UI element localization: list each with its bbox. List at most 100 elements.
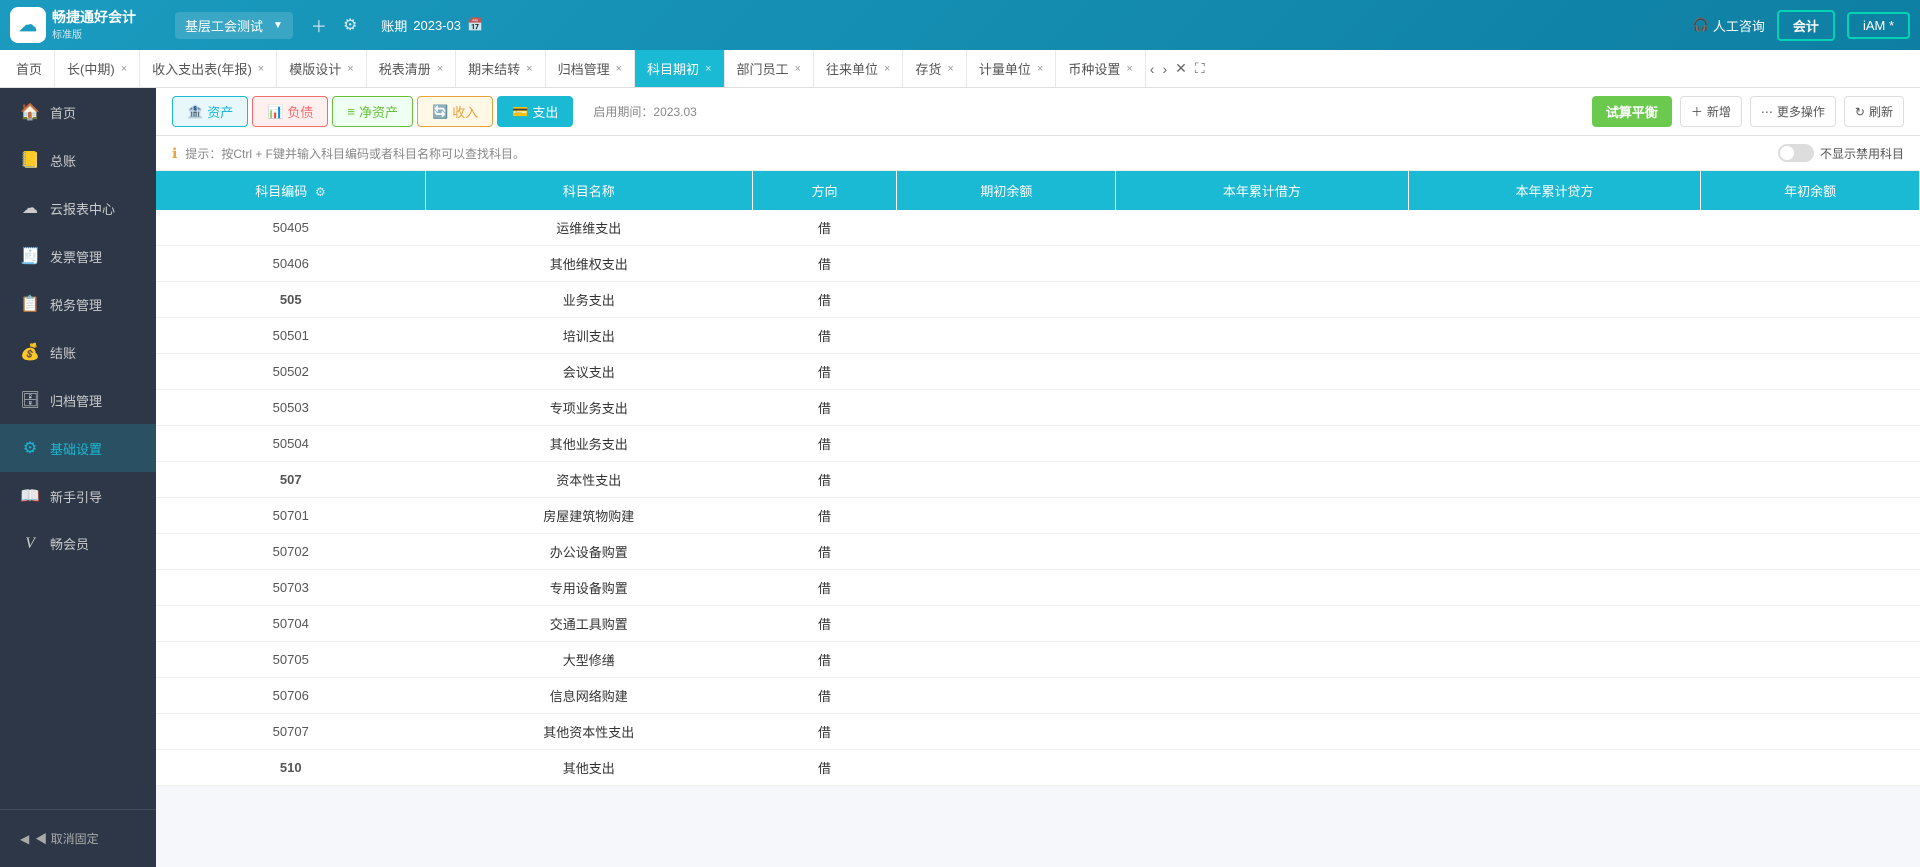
tab-subject-initial[interactable]: 科目期初 × bbox=[635, 50, 724, 88]
tab-dept-staff-close[interactable]: × bbox=[795, 63, 801, 75]
tab-template[interactable]: 模版设计 × bbox=[277, 50, 366, 88]
add-icon: ＋ bbox=[1691, 103, 1703, 120]
sidebar-item-vip[interactable]: V 畅会员 bbox=[0, 520, 156, 567]
sub-tab-net[interactable]: ≡ 净资产 bbox=[332, 96, 413, 127]
cell-balance bbox=[897, 606, 1116, 642]
table-row[interactable]: 507 资本性支出 借 bbox=[156, 462, 1920, 498]
account-button[interactable]: 会计 bbox=[1777, 10, 1835, 41]
sidebar-label-cloud: 云报表中心 bbox=[50, 199, 115, 218]
customer-service-label: 人工咨询 bbox=[1713, 16, 1765, 35]
sidebar-item-settings[interactable]: ⚙ 基础设置 bbox=[0, 424, 156, 472]
add-tab-button[interactable]: ＋ bbox=[307, 9, 331, 41]
table-row[interactable]: 510 其他支出 借 bbox=[156, 750, 1920, 786]
logo-icon: ☁ bbox=[10, 7, 46, 43]
tab-home[interactable]: 首页 bbox=[4, 50, 55, 88]
tab-archive-close[interactable]: × bbox=[616, 63, 622, 75]
tab-next-button[interactable]: › bbox=[1158, 61, 1171, 77]
tab-currency[interactable]: 币种设置 × bbox=[1056, 50, 1145, 88]
table-row[interactable]: 50706 信息网络购建 借 bbox=[156, 678, 1920, 714]
sidebar-item-guide[interactable]: 📖 新手引导 bbox=[0, 472, 156, 520]
main-content: 🏦 资产 📊 负债 ≡ 净资产 🔄 收入 💳 支出 启用期间：2023.03 试 bbox=[156, 88, 1920, 867]
asset-tab-icon: 🏦 bbox=[187, 104, 203, 120]
sidebar-collapse-button[interactable]: ◀ ◀ 取消固定 bbox=[0, 820, 156, 857]
toggle-label: 不显示禁用科目 bbox=[1820, 145, 1904, 162]
sub-tab-debt[interactable]: 📊 负债 bbox=[252, 96, 328, 127]
tab-dept-staff[interactable]: 部门员工 × bbox=[725, 50, 814, 88]
tab-income-expense-close[interactable]: × bbox=[258, 63, 264, 75]
customer-service-button[interactable]: 🎧 人工咨询 bbox=[1693, 16, 1765, 35]
tab-period-close[interactable]: 期末结转 × bbox=[456, 50, 545, 88]
tab-inventory[interactable]: 存货 × bbox=[903, 50, 966, 88]
tab-income-expense[interactable]: 收入支出表(年报) × bbox=[140, 50, 277, 88]
tab-period-close-btn[interactable]: × bbox=[526, 63, 532, 75]
cell-dir: 借 bbox=[752, 534, 897, 570]
col-year-debit: 本年累计借方 bbox=[1116, 171, 1409, 210]
cell-year-debit bbox=[1116, 750, 1409, 786]
sidebar-item-cloud-report[interactable]: ☁ 云报表中心 bbox=[0, 184, 156, 232]
tab-tax[interactable]: 税表清册 × bbox=[367, 50, 456, 88]
table-row[interactable]: 50502 会议支出 借 bbox=[156, 354, 1920, 390]
balance-button[interactable]: 试算平衡 bbox=[1592, 96, 1672, 127]
cell-year-balance bbox=[1701, 210, 1920, 246]
tab-inventory-close[interactable]: × bbox=[947, 63, 953, 75]
tab-currency-close[interactable]: × bbox=[1126, 63, 1132, 75]
table-row[interactable]: 50703 专用设备购置 借 bbox=[156, 570, 1920, 606]
tab-midterm[interactable]: 长(中期) × bbox=[55, 50, 140, 88]
add-button[interactable]: ＋ 新增 bbox=[1680, 96, 1742, 127]
settings-icon[interactable]: ⚙ bbox=[339, 11, 361, 39]
col-year-credit: 本年累计贷方 bbox=[1408, 171, 1701, 210]
tab-income-expense-label: 收入支出表(年报) bbox=[152, 59, 252, 78]
sub-tab-expense[interactable]: 💳 支出 bbox=[497, 96, 573, 127]
table-row[interactable]: 50504 其他业务支出 借 bbox=[156, 426, 1920, 462]
toggle-disabled-switch[interactable] bbox=[1778, 144, 1814, 162]
table-row[interactable]: 505 业务支出 借 bbox=[156, 282, 1920, 318]
table-row[interactable]: 50705 大型修缮 借 bbox=[156, 642, 1920, 678]
tab-tax-close[interactable]: × bbox=[437, 63, 443, 75]
tab-tax-label: 税表清册 bbox=[379, 59, 431, 78]
iam-button[interactable]: iAM * bbox=[1847, 12, 1910, 39]
tab-close-all-button[interactable]: ✕ bbox=[1171, 60, 1191, 77]
cell-name: 资本性支出 bbox=[426, 462, 753, 498]
tab-template-close[interactable]: × bbox=[347, 63, 353, 75]
tab-archive[interactable]: 归档管理 × bbox=[546, 50, 635, 88]
refresh-icon: ↻ bbox=[1855, 105, 1865, 119]
tab-subject-initial-close[interactable]: × bbox=[705, 63, 711, 75]
tab-unit[interactable]: 计量单位 × bbox=[967, 50, 1056, 88]
tab-expand-button[interactable]: ⛶ bbox=[1191, 60, 1209, 77]
sidebar-item-tax[interactable]: 📋 税务管理 bbox=[0, 280, 156, 328]
cell-year-credit bbox=[1408, 246, 1701, 282]
table-row[interactable]: 50503 专项业务支出 借 bbox=[156, 390, 1920, 426]
table-row[interactable]: 50501 培训支出 借 bbox=[156, 318, 1920, 354]
tab-prev-button[interactable]: ‹ bbox=[1146, 61, 1159, 77]
table-row[interactable]: 50701 房屋建筑物购建 借 bbox=[156, 498, 1920, 534]
table-row[interactable]: 50707 其他资本性支出 借 bbox=[156, 714, 1920, 750]
table-row[interactable]: 50405 运维维支出 借 bbox=[156, 210, 1920, 246]
cell-year-credit bbox=[1408, 606, 1701, 642]
sub-tab-income[interactable]: 🔄 收入 bbox=[417, 96, 493, 127]
cell-dir: 借 bbox=[752, 318, 897, 354]
guide-icon: 📖 bbox=[20, 486, 40, 506]
sidebar-item-archive[interactable]: 🗄 归档管理 bbox=[0, 376, 156, 424]
project-selector[interactable]: 基层工会测试 ▼ bbox=[175, 12, 293, 39]
table-row[interactable]: 50406 其他维权支出 借 bbox=[156, 246, 1920, 282]
cell-code: 50707 bbox=[156, 714, 426, 750]
tab-counterparty[interactable]: 往来单位 × bbox=[814, 50, 903, 88]
sidebar-item-home[interactable]: 🏠 首页 bbox=[0, 88, 156, 136]
sidebar-item-ledger[interactable]: 📒 总账 bbox=[0, 136, 156, 184]
tab-counterparty-close[interactable]: × bbox=[884, 63, 890, 75]
calendar-icon[interactable]: 📅 bbox=[467, 17, 483, 33]
table-row[interactable]: 50704 交通工具购置 借 bbox=[156, 606, 1920, 642]
sub-tab-asset[interactable]: 🏦 资产 bbox=[172, 96, 248, 127]
cell-year-debit bbox=[1116, 426, 1409, 462]
col-settings-icon[interactable]: ⚙ bbox=[315, 185, 326, 199]
project-chevron-icon: ▼ bbox=[273, 20, 283, 31]
tab-midterm-close[interactable]: × bbox=[121, 63, 127, 75]
refresh-button[interactable]: ↻ 刷新 bbox=[1844, 96, 1904, 127]
cell-name: 专用设备购置 bbox=[426, 570, 753, 606]
sidebar-item-invoice[interactable]: 🧾 发票管理 bbox=[0, 232, 156, 280]
more-button[interactable]: ⋯ 更多操作 bbox=[1750, 96, 1836, 127]
table-row[interactable]: 50702 办公设备购置 借 bbox=[156, 534, 1920, 570]
sidebar-item-settle[interactable]: 💰 结账 bbox=[0, 328, 156, 376]
tab-unit-close[interactable]: × bbox=[1037, 63, 1043, 75]
cell-year-balance bbox=[1701, 606, 1920, 642]
